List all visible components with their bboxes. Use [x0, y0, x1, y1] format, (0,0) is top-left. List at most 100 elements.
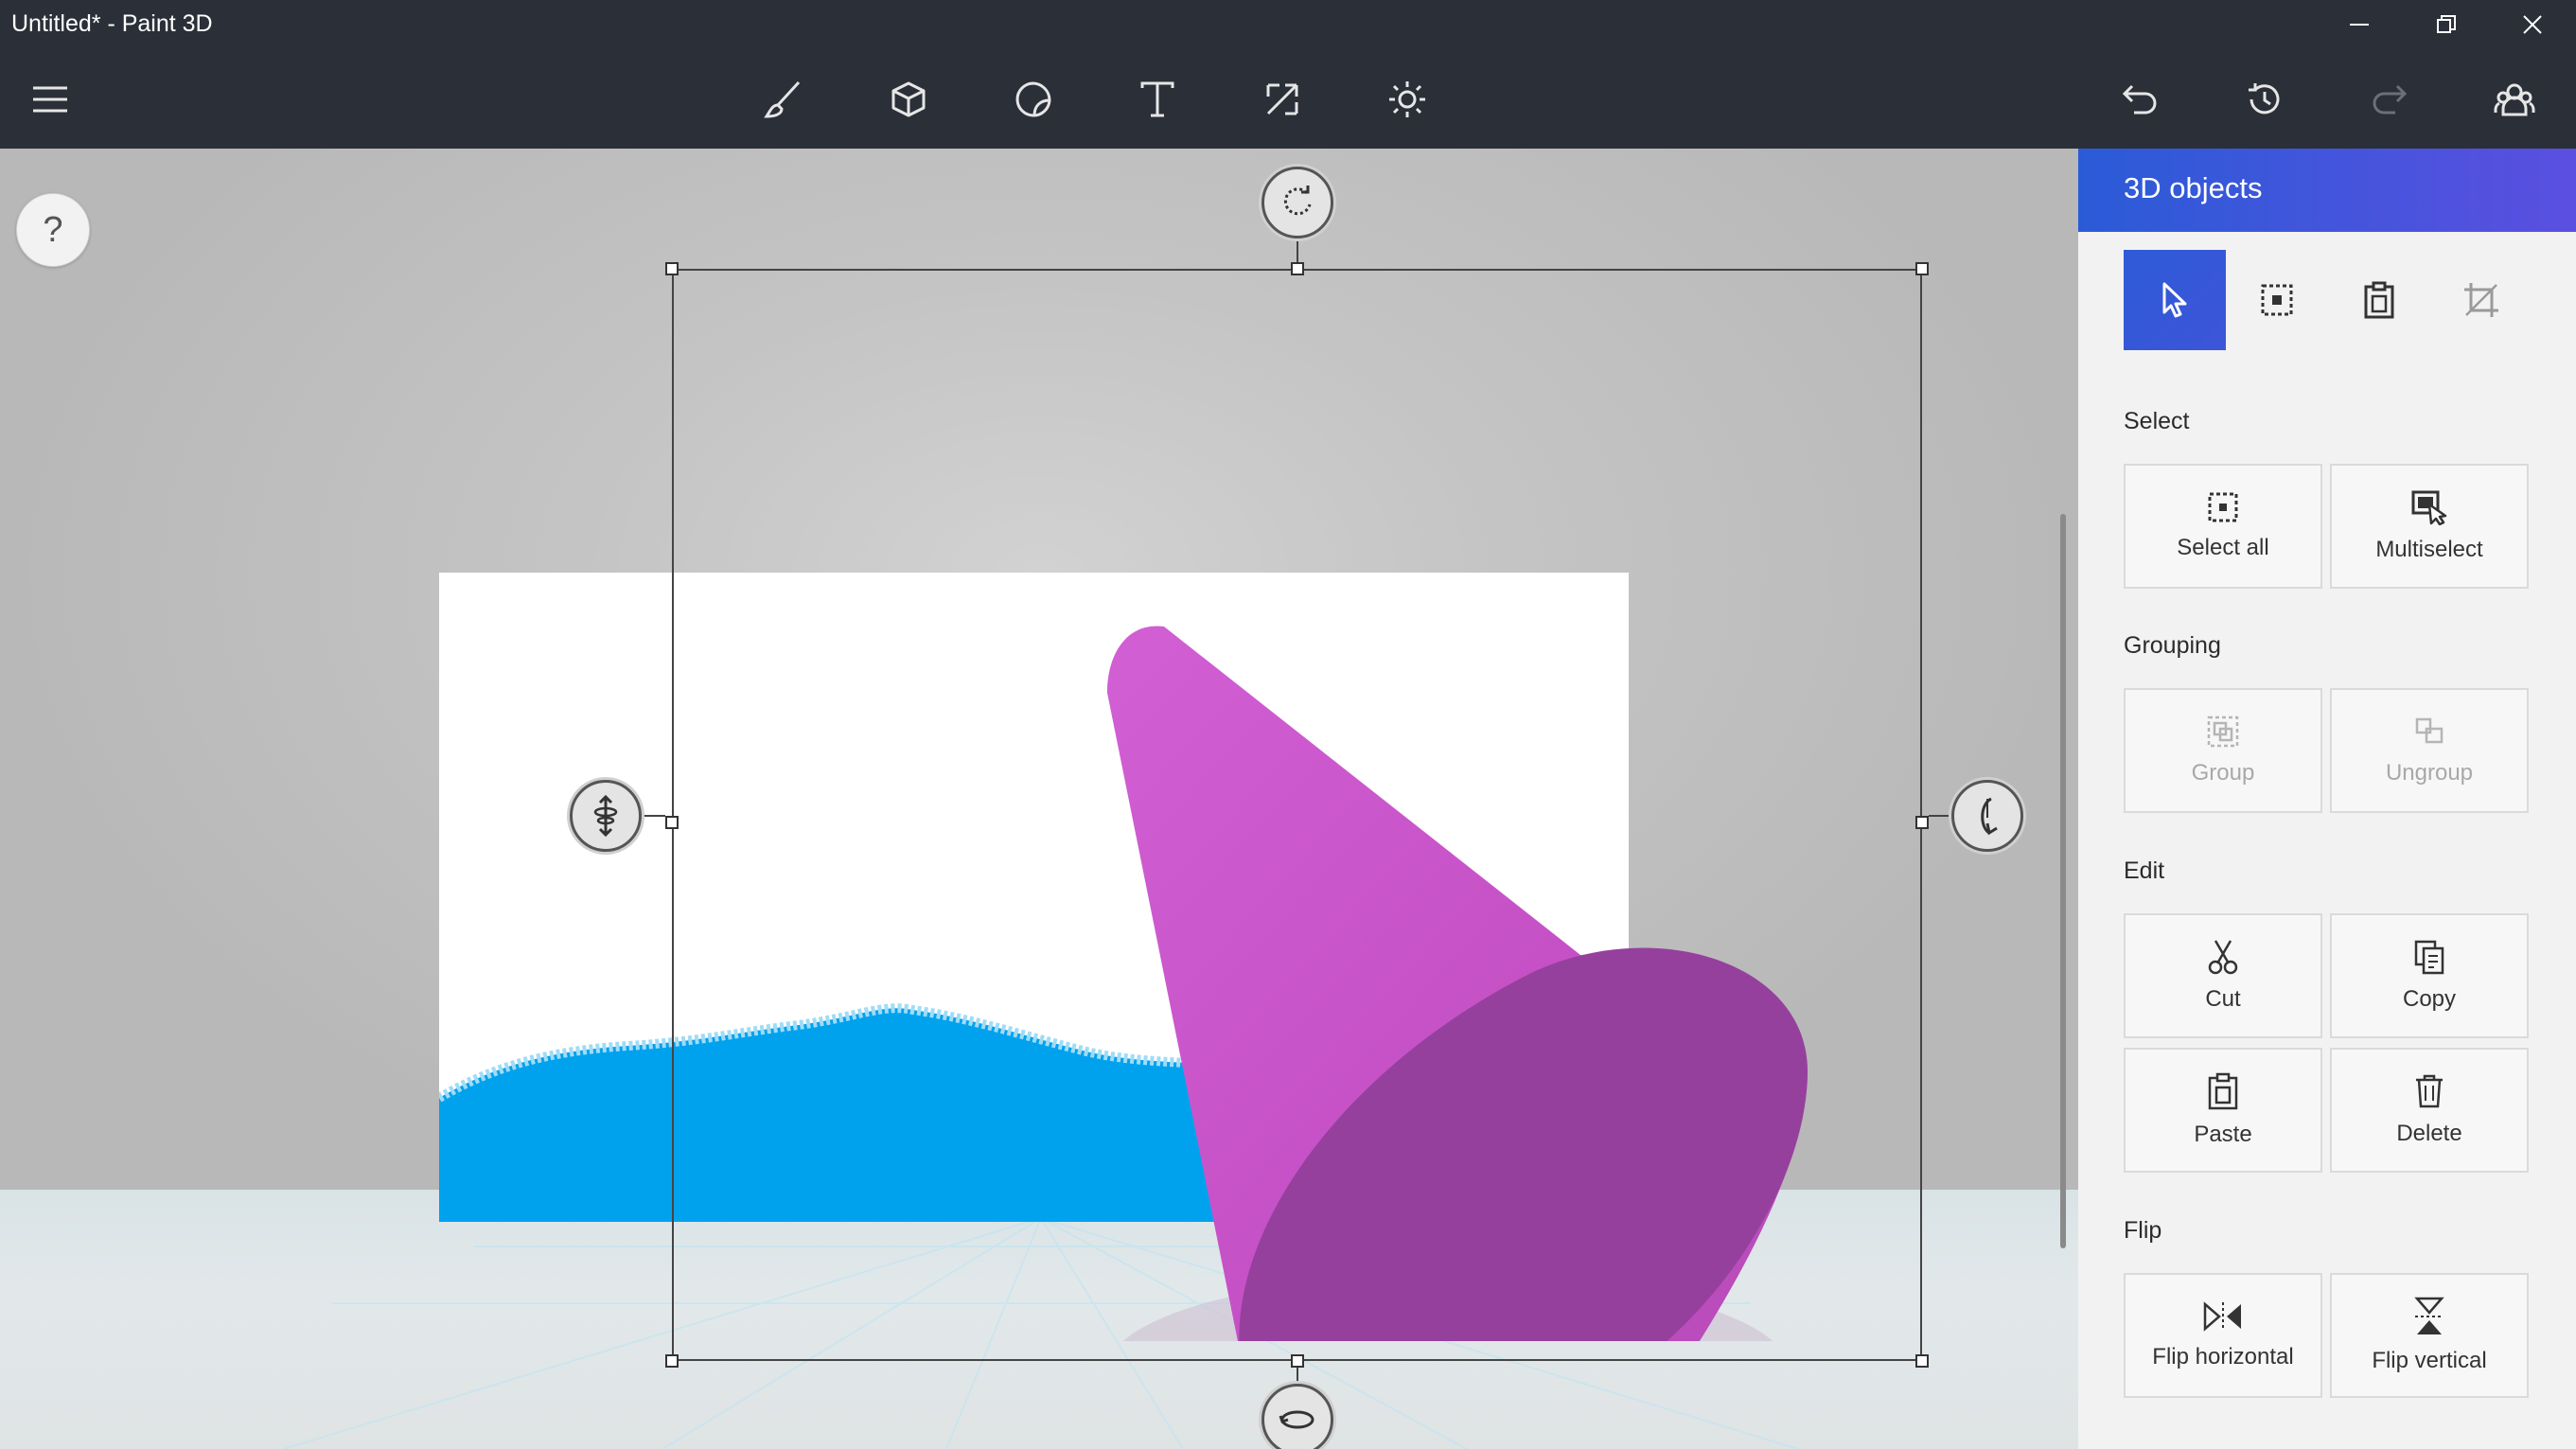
resize-handle-bottom-left[interactable] — [665, 1354, 679, 1368]
trash-icon — [2416, 1074, 2443, 1108]
canvas-tool-button[interactable] — [1249, 66, 1315, 133]
restore-icon — [2437, 15, 2456, 33]
selection-box[interactable] — [672, 269, 1922, 1361]
cut-button[interactable]: Cut — [2124, 913, 2322, 1038]
pointer-icon — [2162, 282, 2187, 318]
paste-icon — [2208, 1072, 2238, 1110]
effects-icon — [1389, 81, 1425, 117]
3d-shapes-icon — [891, 81, 926, 117]
flip-vertical-button[interactable]: Flip vertical — [2330, 1273, 2529, 1398]
move-depth-icon — [593, 795, 618, 837]
close-icon — [2523, 15, 2542, 34]
menu-button[interactable] — [17, 66, 83, 133]
help-label: ? — [43, 209, 63, 250]
remix3d-icon — [2494, 83, 2535, 116]
flip-horizontal-label: Flip horizontal — [2152, 1344, 2294, 1369]
paste-icon — [2364, 281, 2394, 319]
vertical-scrollbar[interactable] — [2060, 514, 2066, 1248]
text-icon — [1140, 81, 1174, 117]
text-tool-button[interactable] — [1124, 66, 1191, 133]
copy-icon — [2414, 940, 2444, 975]
window-title: Untitled* - Paint 3D — [11, 10, 213, 37]
effects-tool-button[interactable] — [1374, 66, 1440, 133]
flip-horizontal-button[interactable]: Flip horizontal — [2124, 1273, 2322, 1398]
grouping-section-label: Grouping — [2124, 632, 2221, 659]
move-depth-gizmo[interactable] — [570, 780, 642, 852]
resize-handle-top-right[interactable] — [1915, 262, 1929, 275]
delete-label: Delete — [2396, 1121, 2462, 1146]
select-all-button[interactable]: Select all — [2124, 464, 2322, 589]
stickers-tool-button[interactable] — [1000, 66, 1067, 133]
stickers-icon — [1015, 81, 1051, 117]
resize-handle-right[interactable] — [1915, 816, 1929, 829]
edit-section-label: Edit — [2124, 857, 2165, 884]
canvas-area[interactable]: ? — [0, 149, 2078, 1449]
cut-icon — [2208, 940, 2238, 975]
flip-vertical-icon — [2414, 1297, 2444, 1334]
cut-label: Cut — [2205, 986, 2241, 1012]
3d-shapes-tool-button[interactable] — [875, 66, 942, 133]
resize-handle-top[interactable] — [1291, 262, 1304, 275]
rotate-y-gizmo[interactable] — [1262, 1384, 1333, 1449]
main-toolbar — [0, 49, 2576, 149]
resize-handle-bottom[interactable] — [1291, 1354, 1304, 1368]
redo-button[interactable] — [2356, 66, 2423, 133]
gizmo-connector-right — [1929, 815, 1952, 817]
group-button[interactable]: Group — [2124, 688, 2322, 813]
3d-objects-panel: 3D objects Select Select all Multiselect… — [2078, 149, 2576, 1449]
crop-icon — [2464, 283, 2498, 317]
paste-mode-button[interactable] — [2328, 250, 2430, 350]
ungroup-label: Ungroup — [2385, 760, 2474, 786]
rotate-y-icon — [1279, 1410, 1314, 1429]
undo-button[interactable] — [2107, 66, 2173, 133]
select-all-icon — [2208, 492, 2238, 522]
panel-title: 3D objects — [2124, 171, 2263, 204]
close-button[interactable] — [2489, 0, 2576, 49]
group-icon — [2207, 716, 2239, 748]
marquee-select-icon — [2261, 284, 2293, 316]
undo-icon — [2122, 84, 2157, 115]
rotate-x-icon — [1981, 797, 1998, 836]
remix3d-button[interactable] — [2481, 66, 2548, 133]
rotate-z-gizmo[interactable] — [1262, 167, 1333, 239]
ungroup-button[interactable]: Ungroup — [2330, 688, 2529, 813]
marquee-select-mode-button[interactable] — [2226, 250, 2328, 350]
resize-handle-top-left[interactable] — [665, 262, 679, 275]
hamburger-menu-icon — [33, 86, 67, 113]
resize-handle-bottom-right[interactable] — [1915, 1354, 1929, 1368]
flip-horizontal-icon — [2203, 1301, 2241, 1332]
panel-header: 3D objects — [2078, 149, 2576, 232]
canvas-icon — [1266, 83, 1298, 115]
delete-button[interactable]: Delete — [2330, 1048, 2529, 1173]
flip-section-label: Flip — [2124, 1217, 2162, 1244]
select-section-label: Select — [2124, 408, 2190, 434]
paste-button[interactable]: Paste — [2124, 1048, 2322, 1173]
title-bar: Untitled* - Paint 3D — [0, 0, 2576, 49]
brushes-icon — [764, 80, 801, 118]
resize-handle-left[interactable] — [665, 816, 679, 829]
group-label: Group — [2191, 760, 2255, 786]
minimize-button[interactable] — [2316, 0, 2403, 49]
paste-label: Paste — [2194, 1122, 2252, 1147]
minimize-icon — [2350, 24, 2369, 26]
history-button[interactable] — [2232, 66, 2298, 133]
ungroup-icon — [2415, 717, 2444, 744]
copy-label: Copy — [2402, 986, 2457, 1012]
redo-icon — [2373, 84, 2408, 115]
flip-vertical-label: Flip vertical — [2372, 1348, 2487, 1373]
gizmo-connector-left — [642, 815, 665, 817]
multiselect-icon — [2411, 490, 2447, 525]
rotate-z-icon — [1283, 186, 1312, 216]
crop-mode-button[interactable] — [2430, 250, 2532, 350]
rotate-x-gizmo[interactable] — [1951, 780, 2023, 852]
select-all-label: Select all — [2177, 535, 2269, 560]
history-icon — [2249, 83, 2280, 115]
restore-button[interactable] — [2403, 0, 2490, 49]
multiselect-label: Multiselect — [2375, 537, 2483, 562]
multiselect-button[interactable]: Multiselect — [2330, 464, 2529, 589]
pointer-mode-button[interactable] — [2124, 250, 2226, 350]
copy-button[interactable]: Copy — [2330, 913, 2529, 1038]
gizmo-connector-top — [1297, 239, 1298, 262]
help-button[interactable]: ? — [16, 193, 90, 267]
brushes-tool-button[interactable] — [750, 66, 817, 133]
